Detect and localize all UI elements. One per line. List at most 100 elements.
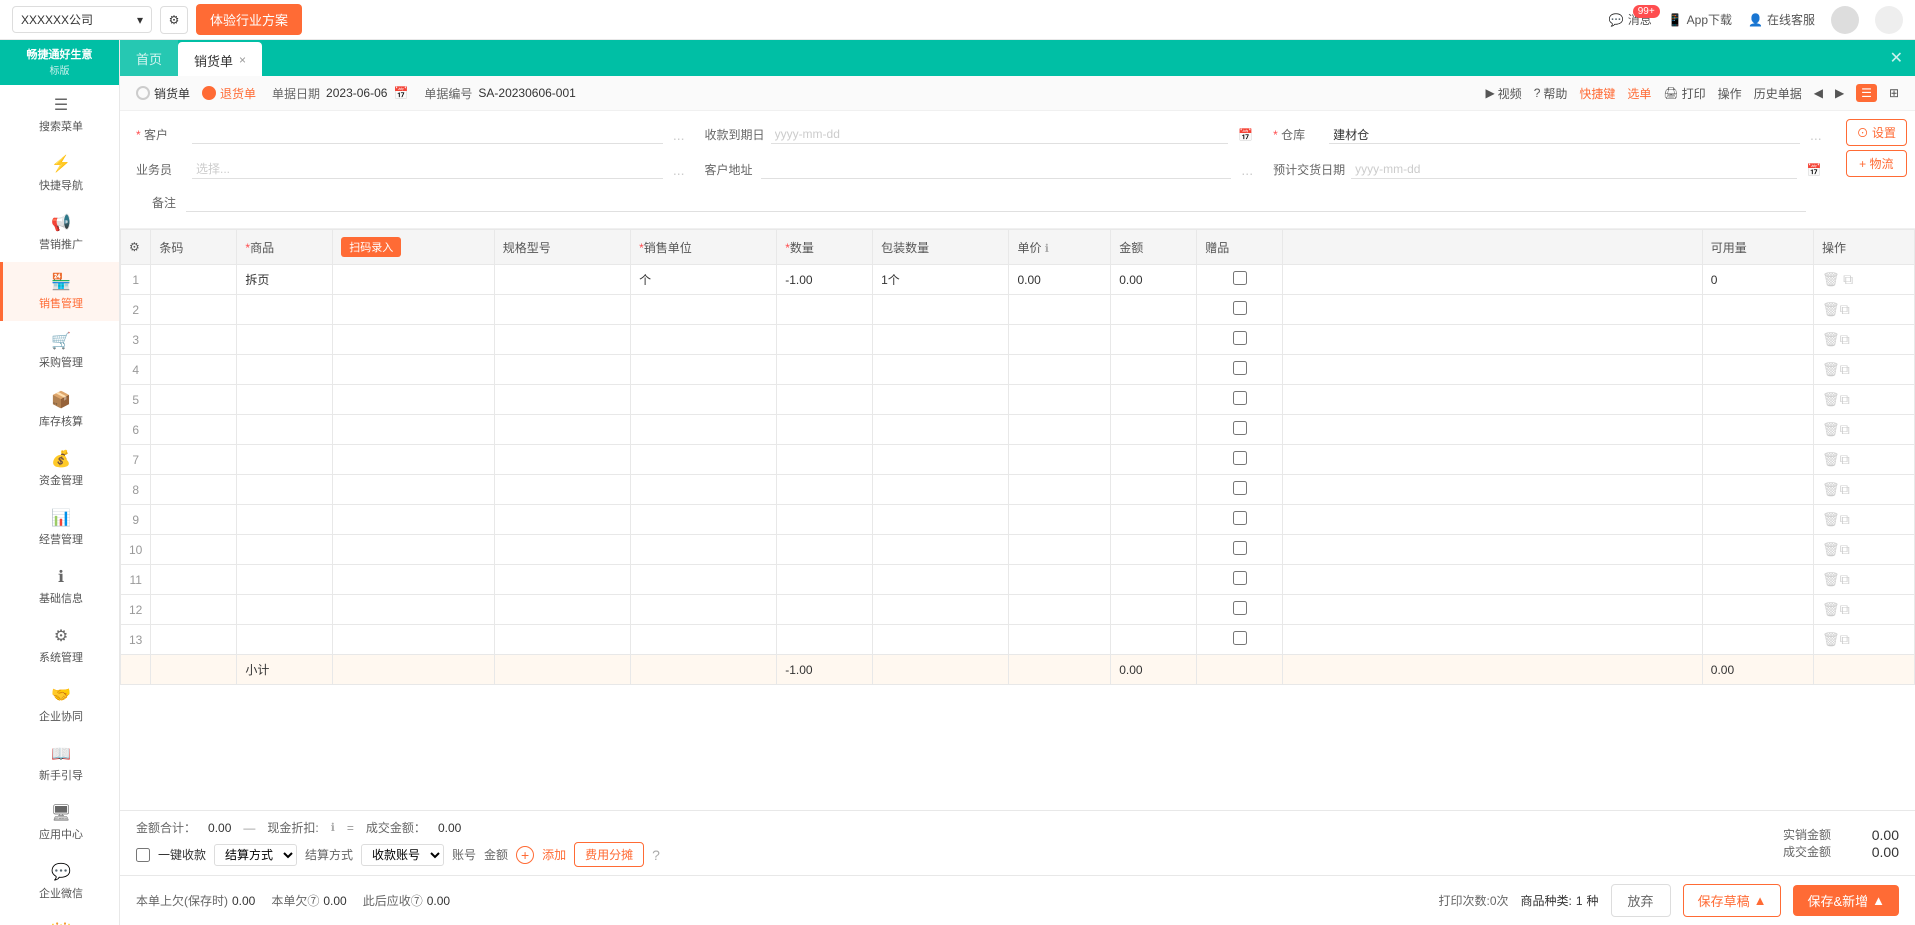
address-more-icon[interactable]: ... [1241, 162, 1253, 178]
row-12-copy-icon[interactable]: ⧉ [1840, 601, 1850, 617]
delivery-date-calendar-icon[interactable]: 📅 [1807, 163, 1822, 177]
row-13-copy-icon[interactable]: ⧉ [1840, 631, 1850, 647]
sidebar-item-appstore[interactable]: 🖥 应用中心 [0, 793, 119, 852]
save-new-button[interactable]: 保存&新增 ▲ [1793, 885, 1899, 916]
sidebar-item-finance[interactable]: 💰 资金管理 [0, 439, 119, 498]
message-button[interactable]: 💬 消息 99+ [1609, 11, 1652, 28]
row-1-unit[interactable]: 个 [631, 265, 777, 295]
one-click-payment-checkbox[interactable] [136, 848, 150, 862]
payment-account-select[interactable]: 收款账号 [361, 844, 444, 866]
row-2-qty[interactable] [777, 295, 873, 325]
row-1-pkg-qty[interactable]: 1个 [873, 265, 1009, 295]
row-2-gift[interactable] [1197, 295, 1283, 325]
row-7-copy-icon[interactable]: ⧉ [1840, 451, 1850, 467]
sidebar-item-search[interactable]: ☰ 搜索菜单 [0, 85, 119, 144]
select-btn[interactable]: 选单 [1627, 85, 1651, 102]
row-2-barcode[interactable] [151, 295, 237, 325]
row-1-gift[interactable] [1197, 265, 1283, 295]
row-8-delete-icon[interactable]: 🗑 [1822, 481, 1840, 497]
row-3-delete-icon[interactable]: 🗑 [1822, 331, 1840, 347]
row-7-delete-icon[interactable]: 🗑 [1822, 451, 1840, 467]
warehouse-input[interactable] [1329, 125, 1800, 144]
expense-info-icon[interactable]: ? [652, 847, 660, 863]
row-2-unit[interactable] [631, 295, 777, 325]
list-view-btn[interactable]: ☰ [1856, 84, 1877, 102]
row-10-delete-icon[interactable]: 🗑 [1822, 541, 1840, 557]
row-5-delete-icon[interactable]: 🗑 [1822, 391, 1840, 407]
operation-btn[interactable]: 操作 [1718, 85, 1742, 102]
app-download-button[interactable]: 📱 App下载 [1668, 11, 1732, 28]
row-8-copy-icon[interactable]: ⧉ [1840, 481, 1850, 497]
sidebar-item-management[interactable]: 📊 经营管理 [0, 498, 119, 557]
payment-date-input[interactable] [771, 125, 1229, 144]
row-1-barcode[interactable] [151, 265, 237, 295]
sidebar-item-system[interactable]: ⚙ 系统管理 [0, 616, 119, 675]
sidebar-item-member[interactable]: 👑 畅会员 [0, 911, 119, 925]
sidebar-item-wechat[interactable]: 💬 企业微信 [0, 852, 119, 911]
expected-delivery-input[interactable] [1351, 160, 1797, 179]
card-view-btn[interactable]: ⊞ [1889, 86, 1899, 100]
salesperson-more-icon[interactable]: ... [673, 162, 685, 178]
payment-date-calendar-icon[interactable]: 📅 [1238, 128, 1253, 142]
history-btn[interactable]: 历史单据 [1754, 85, 1802, 102]
tab-home[interactable]: 首页 [120, 40, 178, 76]
row-6-delete-icon[interactable]: 🗑 [1822, 421, 1840, 437]
payment-method-select[interactable]: 结算方式 [214, 844, 297, 866]
save-draft-button[interactable]: 保存草稿 ▲ [1683, 884, 1782, 917]
shortcut-btn[interactable]: 快捷键 [1579, 85, 1615, 102]
avatar[interactable] [1831, 6, 1859, 34]
row-1-copy-icon[interactable]: ⧉ [1843, 271, 1853, 287]
row-1-qty[interactable]: -1.00 [777, 265, 873, 295]
tab-close-icon[interactable]: × [239, 53, 246, 67]
sidebar-item-guide[interactable]: 📖 新手引导 [0, 734, 119, 793]
row-2-copy-icon[interactable]: ⧉ [1840, 301, 1850, 317]
discount-info-icon[interactable]: ℹ [331, 821, 335, 834]
prev-record-btn[interactable]: ◀ [1814, 86, 1823, 100]
video-btn[interactable]: ▶ 视频 [1485, 85, 1521, 102]
row-1-amount[interactable]: 0.00 [1111, 265, 1197, 295]
row-5-copy-icon[interactable]: ⧉ [1840, 391, 1850, 407]
sidebar-item-quick[interactable]: ⚡ 快捷导航 [0, 144, 119, 203]
experience-button[interactable]: 体验行业方案 [196, 4, 302, 35]
col-scan[interactable]: 扫码录入 [333, 230, 495, 265]
col-settings[interactable]: ⚙ [121, 230, 151, 265]
row-13-delete-icon[interactable]: 🗑 [1822, 631, 1840, 647]
sidebar-logo[interactable]: 畅捷通好生意 标版 [0, 40, 119, 85]
sidebar-item-inventory[interactable]: 📦 库存核算 [0, 380, 119, 439]
company-selector[interactable]: XXXXXX公司 ▾ [12, 6, 152, 33]
row-4-delete-icon[interactable]: 🗑 [1822, 361, 1840, 377]
row-1-price[interactable]: 0.00 [1009, 265, 1111, 295]
close-all-tabs-icon[interactable]: ✕ [1890, 50, 1903, 67]
settings-side-button[interactable]: ⊙ 设置 [1846, 119, 1907, 146]
note-input[interactable] [186, 193, 1806, 212]
sidebar-item-sales[interactable]: 🏪 销售管理 [0, 262, 119, 321]
row-2-delete-icon[interactable]: 🗑 [1822, 301, 1840, 317]
row-11-copy-icon[interactable]: ⧉ [1840, 571, 1850, 587]
sidebar-item-purchase[interactable]: 🛒 采购管理 [0, 321, 119, 380]
row-9-copy-icon[interactable]: ⧉ [1840, 511, 1850, 527]
row-2-pkg-qty[interactable] [873, 295, 1009, 325]
row-1-product[interactable]: 拆页 [237, 265, 333, 295]
row-11-delete-icon[interactable]: 🗑 [1822, 571, 1840, 587]
scan-button[interactable]: 扫码录入 [341, 237, 401, 257]
warehouse-more-icon[interactable]: ... [1810, 127, 1822, 143]
online-service-button[interactable]: 👤 在线客服 [1748, 11, 1815, 28]
row-6-copy-icon[interactable]: ⧉ [1840, 421, 1850, 437]
customer-input[interactable] [192, 125, 663, 144]
row-12-delete-icon[interactable]: 🗑 [1822, 601, 1840, 617]
settings-gear-button[interactable]: ⚙ [160, 6, 188, 34]
row-1-delete-icon[interactable]: 🗑 [1822, 271, 1840, 287]
row-2-product[interactable] [237, 295, 333, 325]
row-1-spec[interactable] [494, 265, 630, 295]
row-2-amount[interactable] [1111, 295, 1197, 325]
next-record-btn[interactable]: ▶ [1835, 86, 1844, 100]
customer-address-input[interactable] [761, 160, 1232, 179]
sidebar-item-marketing[interactable]: 📢 营销推广 [0, 203, 119, 262]
sale-type-radio[interactable]: 销货单 [136, 85, 190, 102]
row-9-delete-icon[interactable]: 🗑 [1822, 511, 1840, 527]
row-10-copy-icon[interactable]: ⧉ [1840, 541, 1850, 557]
expense-split-button[interactable]: 费用分摊 [574, 842, 644, 867]
sidebar-item-collab[interactable]: 🤝 企业协同 [0, 675, 119, 734]
discard-button[interactable]: 放弃 [1611, 884, 1671, 917]
sidebar-item-basic[interactable]: ℹ 基础信息 [0, 557, 119, 616]
